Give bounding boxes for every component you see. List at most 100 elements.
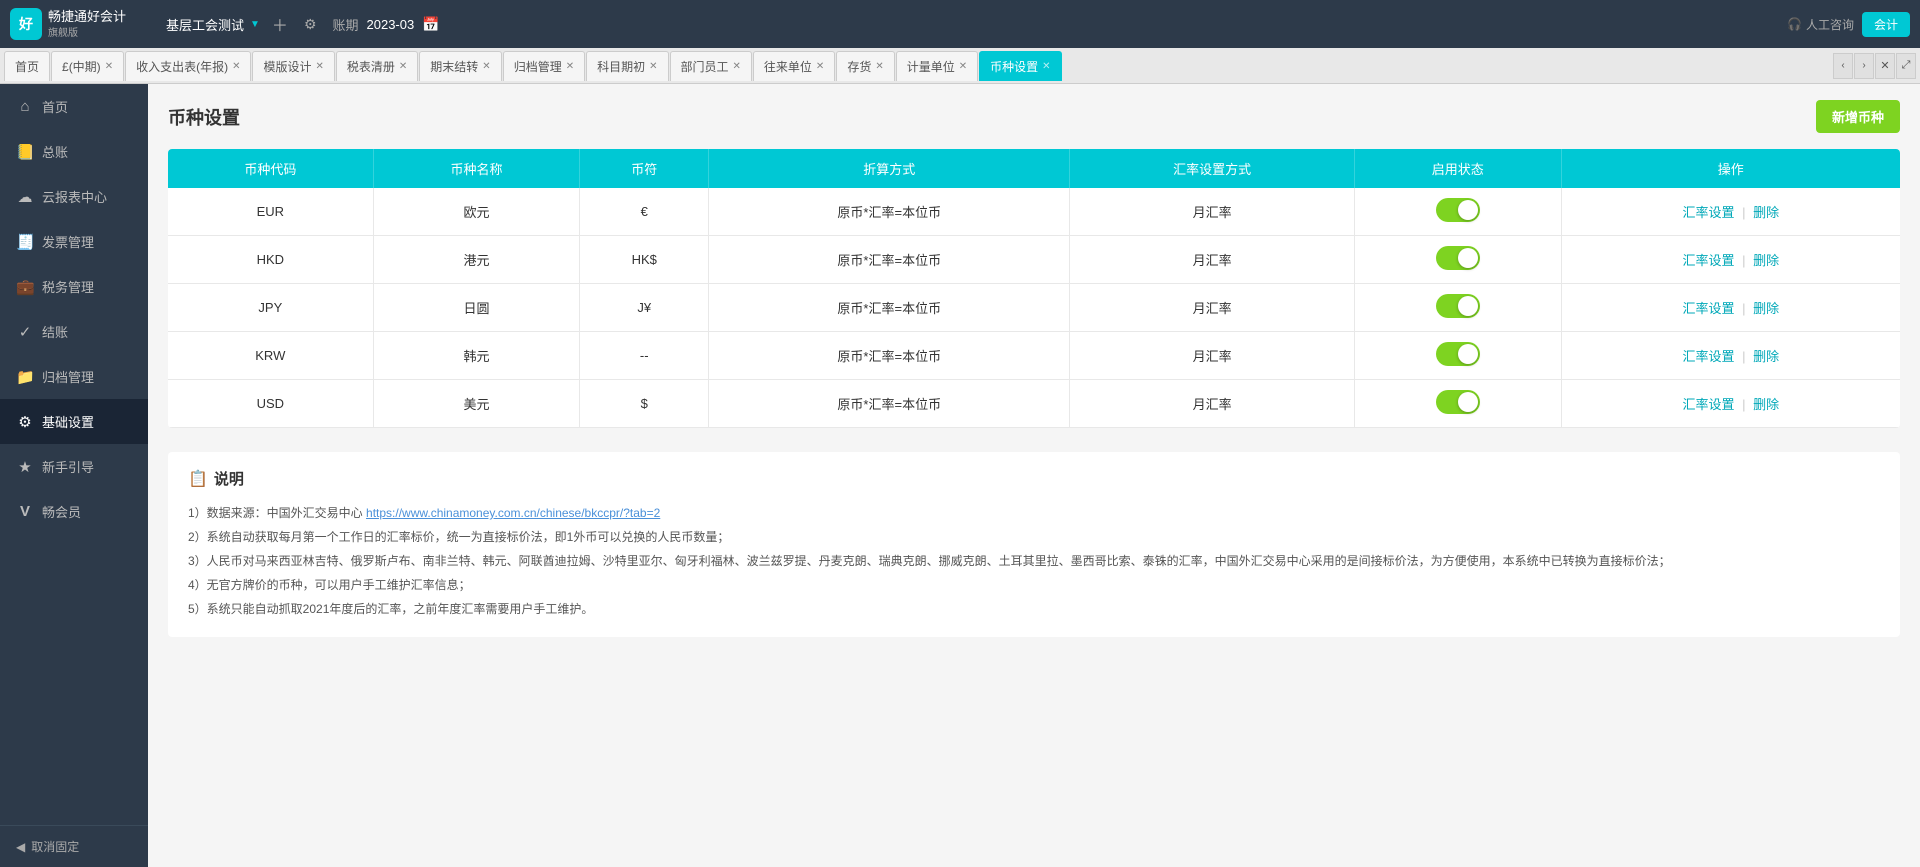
tab-contacts-close[interactable]: ✕ (816, 61, 824, 72)
enable-toggle-2[interactable] (1436, 294, 1480, 318)
cell-symbol-0: € (580, 188, 709, 236)
tab-next-button[interactable]: › (1854, 53, 1874, 79)
tab-contacts[interactable]: 往来单位 ✕ (753, 51, 835, 81)
tab-period[interactable]: £(中期) ✕ (51, 51, 124, 81)
sidebar-item-ledger[interactable]: 📒 总账 (0, 129, 148, 174)
cell-code-3: KRW (168, 332, 373, 380)
sidebar-item-checkout[interactable]: ✓ 结账 (0, 309, 148, 354)
guide-icon: ★ (16, 458, 34, 476)
enable-toggle-3[interactable] (1436, 342, 1480, 366)
tab-dept[interactable]: 部门员工 ✕ (670, 51, 752, 81)
cloud-icon: ☁ (16, 188, 34, 206)
tab-annual[interactable]: 收入支出表(年报) ✕ (125, 51, 251, 81)
rate-settings-link-4[interactable]: 汇率设置 (1682, 397, 1734, 412)
account-button[interactable]: 会计 (1862, 12, 1910, 37)
tab-template-label: 模版设计 (263, 58, 311, 75)
sidebar-item-settings[interactable]: ⚙ 基础设置 (0, 399, 148, 444)
sidebar-item-invoice[interactable]: 🧾 发票管理 (0, 219, 148, 264)
notes-link[interactable]: https://www.chinamoney.com.cn/chinese/bk… (366, 506, 660, 520)
tab-home[interactable]: 首页 (4, 51, 50, 81)
tab-template[interactable]: 模版设计 ✕ (252, 51, 334, 81)
tab-unit-close[interactable]: ✕ (959, 61, 967, 72)
tab-subjects-close[interactable]: ✕ (649, 61, 657, 72)
tab-inventory[interactable]: 存货 ✕ (836, 51, 894, 81)
tab-annual-close[interactable]: ✕ (232, 61, 240, 72)
delete-link-1[interactable]: 删除 (1753, 253, 1779, 268)
add-tab-button[interactable]: ＋ (268, 12, 292, 36)
sidebar-item-guide[interactable]: ★ 新手引导 (0, 444, 148, 489)
cell-code-1: HKD (168, 236, 373, 284)
tab-subjects[interactable]: 科目期初 ✕ (586, 51, 668, 81)
rate-settings-link-2[interactable]: 汇率设置 (1682, 301, 1734, 316)
tab-currency[interactable]: 币种设置 ✕ (979, 51, 1061, 81)
delete-link-4[interactable]: 删除 (1753, 397, 1779, 412)
table-row: HKD 港元 HK$ 原币*汇率=本位币 月汇率 汇率设置 | 删除 (168, 236, 1900, 284)
enable-toggle-4[interactable] (1436, 390, 1480, 414)
home-icon: ⌂ (16, 98, 34, 115)
col-actions: 操作 (1561, 149, 1900, 188)
company-selector[interactable]: 基层工会测试 ▼ (166, 15, 260, 34)
col-calc: 折算方式 (709, 149, 1070, 188)
notes-title: 📋 说明 (188, 468, 1880, 489)
page-title: 币种设置 (168, 104, 240, 130)
col-name: 币种名称 (373, 149, 580, 188)
rate-settings-link-1[interactable]: 汇率设置 (1682, 253, 1734, 268)
cell-symbol-3: -- (580, 332, 709, 380)
calendar-icon[interactable]: 📅 (422, 16, 439, 33)
sidebar-item-tax[interactable]: 💼 税务管理 (0, 264, 148, 309)
sidebar-label-guide: 新手引导 (42, 457, 94, 476)
tab-currency-close[interactable]: ✕ (1042, 61, 1050, 72)
headset-icon: 🎧 (1787, 17, 1802, 31)
sidebar-label-tax: 税务管理 (42, 277, 94, 296)
tab-inventory-close[interactable]: ✕ (875, 61, 883, 72)
tab-tax-close[interactable]: ✕ (399, 61, 407, 72)
sidebar-label-invoice: 发票管理 (42, 232, 94, 251)
tab-dept-label: 部门员工 (681, 58, 729, 75)
toggle-circle-0 (1458, 200, 1478, 220)
delete-link-0[interactable]: 删除 (1753, 205, 1779, 220)
content-area: 币种设置 新增币种 币种代码 币种名称 币符 折算方式 汇率设置方式 启用状态 … (148, 84, 1920, 867)
delete-link-3[interactable]: 删除 (1753, 349, 1779, 364)
delete-link-2[interactable]: 删除 (1753, 301, 1779, 316)
sidebar-pin-toggle[interactable]: ◀ 取消固定 (0, 825, 148, 867)
tab-transfer-close[interactable]: ✕ (482, 61, 490, 72)
tab-archive-close[interactable]: ✕ (566, 61, 574, 72)
tab-archive-label: 归档管理 (514, 58, 562, 75)
toggle-circle-2 (1458, 296, 1478, 316)
enable-toggle-0[interactable] (1436, 198, 1480, 222)
tab-home-label: 首页 (15, 58, 39, 75)
tab-prev-button[interactable]: ‹ (1833, 53, 1853, 79)
rate-settings-link-0[interactable]: 汇率设置 (1682, 205, 1734, 220)
cell-toggle-3[interactable] (1354, 332, 1561, 380)
new-currency-button[interactable]: 新增币种 (1816, 100, 1900, 133)
sidebar-item-member[interactable]: V 畅会员 (0, 489, 148, 534)
sidebar-label-ledger: 总账 (42, 142, 68, 161)
sidebar-item-reports[interactable]: ☁ 云报表中心 (0, 174, 148, 219)
cell-symbol-2: J¥ (580, 284, 709, 332)
tab-unit[interactable]: 计量单位 ✕ (896, 51, 978, 81)
cell-toggle-2[interactable] (1354, 284, 1561, 332)
rate-settings-link-3[interactable]: 汇率设置 (1682, 349, 1734, 364)
sidebar-item-archive[interactable]: 📁 归档管理 (0, 354, 148, 399)
sidebar-item-home[interactable]: ⌂ 首页 (0, 84, 148, 129)
tab-dept-close[interactable]: ✕ (733, 61, 741, 72)
cell-toggle-0[interactable] (1354, 188, 1561, 236)
tab-close-all-button[interactable]: ✕ (1875, 53, 1895, 79)
help-button[interactable]: 🎧 人工咨询 (1787, 16, 1854, 33)
settings-icon[interactable]: ⚙ (300, 16, 321, 33)
enable-toggle-1[interactable] (1436, 246, 1480, 270)
tab-template-close[interactable]: ✕ (315, 61, 323, 72)
tab-archive[interactable]: 归档管理 ✕ (503, 51, 585, 81)
help-label: 人工咨询 (1806, 16, 1854, 33)
tab-transfer[interactable]: 期末结转 ✕ (419, 51, 501, 81)
cell-toggle-4[interactable] (1354, 380, 1561, 428)
toggle-circle-1 (1458, 248, 1478, 268)
cell-toggle-1[interactable] (1354, 236, 1561, 284)
tab-expand-button[interactable]: ⤢ (1896, 53, 1916, 79)
cell-calc-0: 原币*汇率=本位币 (709, 188, 1070, 236)
tab-tax[interactable]: 税表清册 ✕ (336, 51, 418, 81)
tab-period-close[interactable]: ✕ (105, 61, 113, 72)
cell-rate-0: 月汇率 (1070, 188, 1355, 236)
cell-rate-1: 月汇率 (1070, 236, 1355, 284)
action-sep-2: | (1742, 301, 1745, 316)
